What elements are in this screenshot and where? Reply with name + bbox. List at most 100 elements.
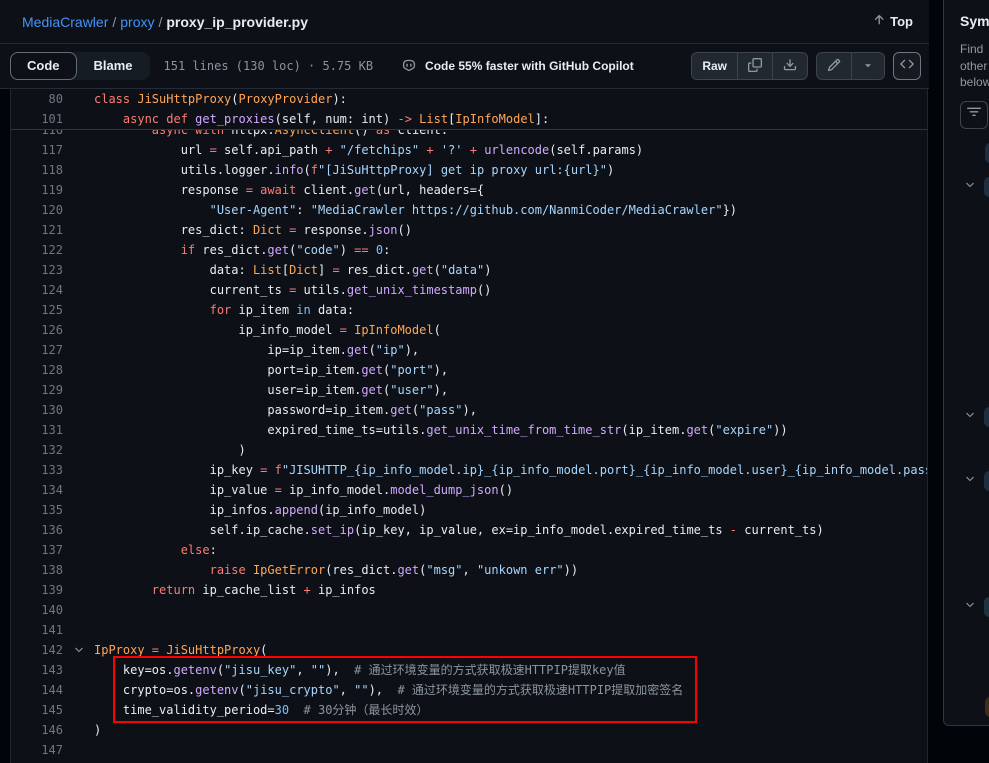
symbol-item[interactable] xyxy=(984,177,989,197)
line-number[interactable]: 122 xyxy=(11,240,63,260)
code-line: 146) xyxy=(11,720,927,740)
edit-group xyxy=(816,52,885,80)
code-text: class JiSuHttpProxy(ProxyProvider): xyxy=(94,89,347,109)
line-number[interactable]: 140 xyxy=(11,600,63,620)
back-to-top-label: Top xyxy=(890,14,913,29)
breadcrumb: MediaCrawler/proxy/proxy_ip_provider.py xyxy=(22,14,308,30)
code-text: ip_value = ip_info_model.model_dump_json… xyxy=(94,480,513,500)
line-number[interactable]: 128 xyxy=(11,360,63,380)
symbols-filter-button[interactable] xyxy=(960,101,988,129)
breadcrumb-separator: / xyxy=(154,14,166,30)
line-number[interactable]: 137 xyxy=(11,540,63,560)
line-number[interactable]: 136 xyxy=(11,520,63,540)
chevron-down-icon[interactable] xyxy=(964,598,976,616)
fold-spacer xyxy=(63,400,94,420)
file-view-column: MediaCrawler/proxy/proxy_ip_provider.py … xyxy=(0,0,929,763)
file-toolbar: Code Blame 151 lines (130 loc) · 5.75 KB… xyxy=(0,44,929,89)
line-number[interactable]: 145 xyxy=(11,700,63,720)
breadcrumb-dir-link[interactable]: proxy xyxy=(120,14,154,30)
code-line: 129 user=ip_item.get("user"), xyxy=(11,380,927,400)
line-number[interactable]: 141 xyxy=(11,620,63,640)
line-number[interactable]: 147 xyxy=(11,740,63,760)
raw-button[interactable]: Raw xyxy=(692,53,738,79)
symbols-description-line: other xyxy=(960,58,989,75)
tab-blame[interactable]: Blame xyxy=(77,52,150,80)
line-number[interactable]: 132 xyxy=(11,440,63,460)
symbol-item[interactable] xyxy=(984,407,989,427)
line-number[interactable]: 120 xyxy=(11,200,63,220)
tab-code[interactable]: Code xyxy=(10,52,77,80)
fold-spacer xyxy=(63,740,94,760)
code-line: 138 raise IpGetError(res_dict.get("msg",… xyxy=(11,560,927,580)
code-line: 101 async def get_proxies(self, num: int… xyxy=(11,109,927,129)
edit-dropdown-button[interactable] xyxy=(852,53,884,79)
code-text: self.ip_cache.set_ip(ip_key, ip_value, e… xyxy=(94,520,824,540)
fold-spacer xyxy=(63,580,94,600)
fold-spacer xyxy=(63,260,94,280)
line-number[interactable]: 125 xyxy=(11,300,63,320)
chevron-down-icon[interactable] xyxy=(964,178,976,196)
code-line: 128 port=ip_item.get("port"), xyxy=(11,360,927,380)
code-text: ) xyxy=(94,440,246,460)
line-number[interactable]: 123 xyxy=(11,260,63,280)
line-number[interactable]: 121 xyxy=(11,220,63,240)
symbol-item[interactable] xyxy=(984,597,989,617)
code-text: response = await client.get(url, headers… xyxy=(94,180,484,200)
file-meta-info: 151 lines (130 loc) · 5.75 KB xyxy=(164,59,374,73)
line-number[interactable]: 118 xyxy=(11,160,63,180)
code-line: 133 ip_key = f"JISUHTTP_{ip_info_model.i… xyxy=(11,460,927,480)
line-number[interactable]: 126 xyxy=(11,320,63,340)
download-button[interactable] xyxy=(773,53,807,79)
chevron-down-icon[interactable] xyxy=(964,472,976,490)
line-number[interactable]: 101 xyxy=(11,109,63,129)
line-number[interactable]: 142 xyxy=(11,640,63,660)
fold-spacer xyxy=(63,460,94,480)
line-number[interactable]: 119 xyxy=(11,180,63,200)
line-number[interactable]: 131 xyxy=(11,420,63,440)
line-number[interactable]: 139 xyxy=(11,580,63,600)
code-line: 117 url = self.api_path + "/fetchips" + … xyxy=(11,140,927,160)
line-number[interactable]: 124 xyxy=(11,280,63,300)
line-number[interactable]: 133 xyxy=(11,460,63,480)
code-text: ip_info_model = IpInfoModel( xyxy=(94,320,441,340)
code-line: 121 res_dict: Dict = response.json() xyxy=(11,220,927,240)
line-number[interactable]: 135 xyxy=(11,500,63,520)
code-text: port=ip_item.get("port"), xyxy=(94,360,448,380)
fold-spacer xyxy=(63,660,94,680)
code-line: 131 expired_time_ts=utils.get_unix_time_… xyxy=(11,420,927,440)
copilot-banner: Code 55% faster with GitHub Copilot xyxy=(401,57,634,76)
line-number[interactable]: 143 xyxy=(11,660,63,680)
code-line: 124 current_ts = utils.get_unix_timestam… xyxy=(11,280,927,300)
line-number[interactable]: 129 xyxy=(11,380,63,400)
symbol-item[interactable] xyxy=(985,143,989,163)
fold-spacer xyxy=(63,220,94,240)
fold-spacer xyxy=(63,360,94,380)
fold-spacer xyxy=(63,109,94,129)
fold-chevron-icon[interactable] xyxy=(63,640,94,660)
line-number[interactable]: 138 xyxy=(11,560,63,580)
code-text: url = self.api_path + "/fetchips" + '?' … xyxy=(94,140,643,160)
edit-button[interactable] xyxy=(817,53,852,79)
code-line: 142IpProxy = JiSuHttpProxy( xyxy=(11,640,927,660)
fold-spacer xyxy=(63,240,94,260)
fold-spacer xyxy=(63,540,94,560)
chevron-down-icon[interactable] xyxy=(964,408,976,426)
line-number[interactable]: 134 xyxy=(11,480,63,500)
line-number[interactable]: 130 xyxy=(11,400,63,420)
symbols-panel-toggle-button[interactable] xyxy=(893,52,921,80)
line-number[interactable]: 127 xyxy=(11,340,63,360)
line-number[interactable]: 80 xyxy=(11,89,63,109)
line-number[interactable]: 117 xyxy=(11,140,63,160)
fold-spacer xyxy=(63,520,94,540)
symbol-item[interactable] xyxy=(984,471,989,491)
copy-button[interactable] xyxy=(738,53,773,79)
fold-spacer xyxy=(63,420,94,440)
symbols-panel-description: Find other below xyxy=(960,41,989,91)
code-line: 143 key=os.getenv("jisu_key", ""), # 通过环… xyxy=(11,660,927,680)
breadcrumb-repo-link[interactable]: MediaCrawler xyxy=(22,14,108,30)
line-number[interactable]: 146 xyxy=(11,720,63,740)
symbol-item[interactable] xyxy=(985,697,989,717)
code-line: 122 if res_dict.get("code") == 0: xyxy=(11,240,927,260)
line-number[interactable]: 144 xyxy=(11,680,63,700)
back-to-top-link[interactable]: Top xyxy=(872,13,913,30)
